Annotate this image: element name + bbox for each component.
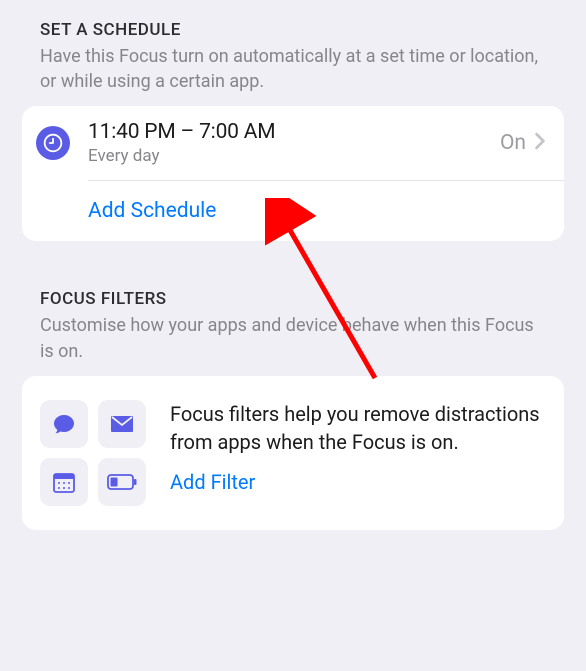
schedule-section-header: SET A SCHEDULE Have this Focus turn on a… xyxy=(22,20,564,94)
schedule-section-title: SET A SCHEDULE xyxy=(40,20,546,40)
add-schedule-link: Add Schedule xyxy=(88,199,216,223)
schedule-card: 11:40 PM – 7:00 AM Every day On Add Sche… xyxy=(22,106,564,241)
mail-app-icon xyxy=(98,400,146,448)
add-schedule-row[interactable]: Add Schedule xyxy=(22,181,564,241)
messages-app-icon xyxy=(40,400,88,448)
filters-content: Focus filters help you remove distractio… xyxy=(170,400,542,506)
low-power-icon xyxy=(98,458,146,506)
filters-section-description: Customise how your apps and device behav… xyxy=(40,313,546,363)
filters-body-text: Focus filters help you remove distractio… xyxy=(170,400,542,456)
schedule-status: On xyxy=(500,131,526,155)
chevron-right-icon xyxy=(534,132,546,154)
clock-icon xyxy=(36,126,70,160)
filters-section-title: FOCUS FILTERS xyxy=(40,289,546,309)
schedule-info: 11:40 PM – 7:00 AM Every day xyxy=(88,120,500,166)
filter-apps-grid xyxy=(40,400,146,506)
schedule-entry-row[interactable]: 11:40 PM – 7:00 AM Every day On xyxy=(22,106,564,180)
add-filter-link[interactable]: Add Filter xyxy=(170,470,255,494)
schedule-repeat: Every day xyxy=(88,146,500,166)
schedule-time-range: 11:40 PM – 7:00 AM xyxy=(88,120,500,144)
calendar-app-icon xyxy=(40,458,88,506)
schedule-section-description: Have this Focus turn on automatically at… xyxy=(40,44,546,94)
filters-card: Focus filters help you remove distractio… xyxy=(22,376,564,530)
filters-section-header: FOCUS FILTERS Customise how your apps an… xyxy=(22,289,564,363)
